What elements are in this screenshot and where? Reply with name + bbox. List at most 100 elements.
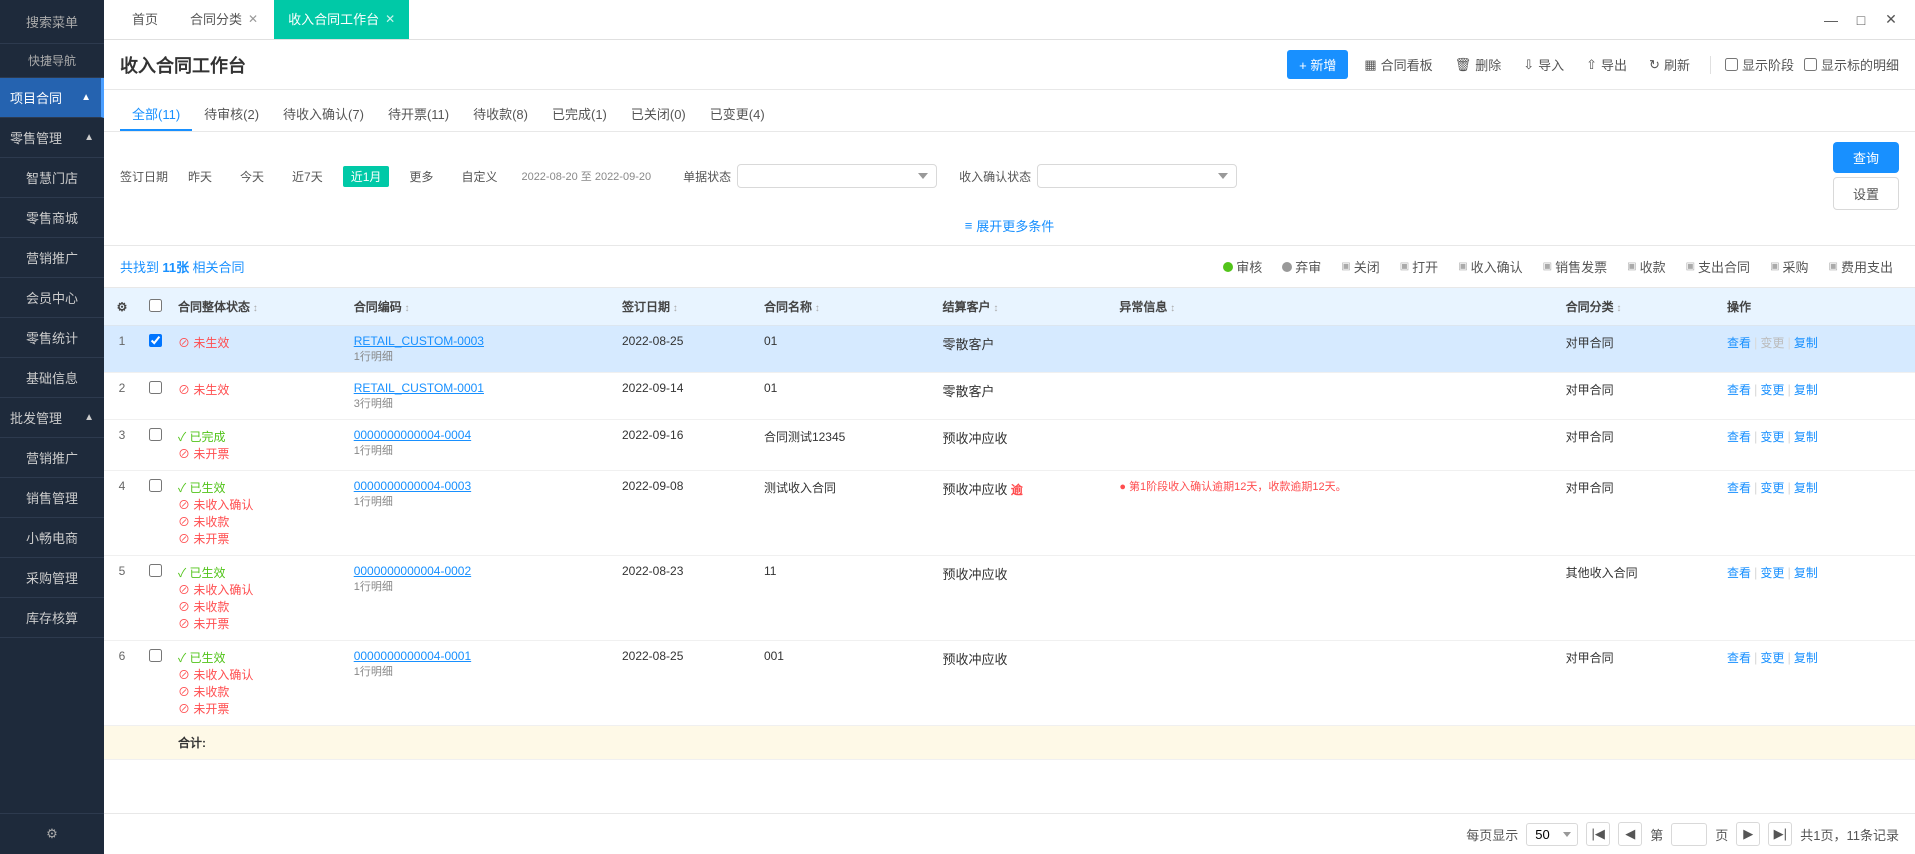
- th-category[interactable]: 合同分类: [1558, 288, 1719, 326]
- row-check[interactable]: [140, 373, 170, 420]
- page-first-btn[interactable]: |◀: [1586, 822, 1610, 846]
- sidebar-item-inventory[interactable]: 库存核算: [0, 598, 104, 638]
- action-abandon[interactable]: 弃审: [1276, 254, 1327, 279]
- action-open[interactable]: ▣打开: [1394, 254, 1444, 279]
- op-查看[interactable]: 查看: [1727, 481, 1751, 495]
- action-review[interactable]: 审核: [1217, 254, 1268, 279]
- sidebar-item-retail-mall[interactable]: 零售商城: [0, 198, 104, 238]
- action-sales-invoice[interactable]: ▣销售发票: [1537, 254, 1613, 279]
- row-checkbox[interactable]: [149, 334, 162, 347]
- op-变更[interactable]: 变更: [1760, 481, 1784, 495]
- refresh-btn[interactable]: ↻ 刷新: [1643, 51, 1696, 78]
- maximize-btn[interactable]: □: [1849, 8, 1873, 32]
- doc-status-select[interactable]: [737, 164, 937, 188]
- row-check[interactable]: [140, 420, 170, 471]
- filter-tab-pending-confirm[interactable]: 待收入确认(7): [271, 98, 376, 131]
- row-check[interactable]: [140, 471, 170, 556]
- sidebar-item-marketing2[interactable]: 营销推广: [0, 438, 104, 478]
- expand-filter-btn[interactable]: ≡ 展开更多条件: [965, 216, 1055, 235]
- page-input[interactable]: 1: [1671, 823, 1707, 846]
- show-segment-input[interactable]: [1725, 58, 1738, 71]
- filter-tab-closed[interactable]: 已关闭(0): [619, 98, 698, 131]
- page-next-btn[interactable]: ▶: [1736, 822, 1760, 846]
- row-checkbox[interactable]: [149, 564, 162, 577]
- date-btn-yesterday[interactable]: 昨天: [180, 166, 220, 187]
- sidebar-item-purchase-mgmt[interactable]: 采购管理: [0, 558, 104, 598]
- tab-close-income-workbench[interactable]: ✕: [385, 12, 395, 26]
- op-复制[interactable]: 复制: [1794, 430, 1818, 444]
- filter-tab-completed[interactable]: 已完成(1): [540, 98, 619, 131]
- th-customer[interactable]: 结算客户: [935, 288, 1112, 326]
- close-btn[interactable]: ✕: [1879, 8, 1903, 32]
- sidebar-search[interactable]: 搜索菜单: [0, 0, 104, 44]
- op-复制[interactable]: 复制: [1794, 566, 1818, 580]
- date-btn-more[interactable]: 更多: [401, 166, 441, 187]
- op-复制[interactable]: 复制: [1794, 336, 1818, 350]
- tab-income-workbench[interactable]: 收入合同工作台✕: [274, 0, 409, 39]
- action-income-confirm[interactable]: ▣收入确认: [1452, 254, 1528, 279]
- op-变更[interactable]: 变更: [1760, 566, 1784, 580]
- page-prev-btn[interactable]: ◀: [1618, 822, 1642, 846]
- date-btn-custom[interactable]: 自定义: [453, 166, 505, 187]
- sidebar-settings[interactable]: ⚙: [0, 813, 104, 854]
- action-expense-out[interactable]: ▣费用支出: [1823, 254, 1899, 279]
- th-check[interactable]: [140, 288, 170, 326]
- filter-tab-pending-review[interactable]: 待审核(2): [192, 98, 271, 131]
- date-btn-1month[interactable]: 近1月: [343, 166, 390, 187]
- filter-tab-pending-invoice[interactable]: 待开票(11): [376, 98, 461, 131]
- show-detail-checkbox[interactable]: 显示标的明细: [1804, 55, 1899, 74]
- op-复制[interactable]: 复制: [1794, 651, 1818, 665]
- sidebar-item-member-center[interactable]: 会员中心: [0, 278, 104, 318]
- sidebar-item-project-contract[interactable]: 项目合同▲: [0, 78, 104, 118]
- action-purchase[interactable]: ▣采购: [1764, 254, 1814, 279]
- set-button[interactable]: 设置: [1833, 177, 1899, 210]
- op-变更[interactable]: 变更: [1760, 430, 1784, 444]
- action-close[interactable]: ▣关闭: [1335, 254, 1385, 279]
- page-last-btn[interactable]: ▶|: [1768, 822, 1792, 846]
- sidebar-item-retail-mgmt[interactable]: 零售管理▲: [0, 118, 104, 158]
- sidebar-item-sales-mgmt[interactable]: 销售管理: [0, 478, 104, 518]
- th-settings[interactable]: ⚙: [104, 288, 140, 326]
- contract-code-link[interactable]: 0000000000004-0002: [354, 564, 471, 578]
- check-all[interactable]: [149, 299, 162, 312]
- row-check[interactable]: [140, 641, 170, 726]
- contract-code-link[interactable]: 0000000000004-0003: [354, 479, 471, 493]
- new-button[interactable]: + 新增: [1287, 50, 1348, 79]
- op-变更[interactable]: 变更: [1760, 383, 1784, 397]
- delete-btn[interactable]: 🗑 删除: [1449, 51, 1508, 78]
- row-checkbox[interactable]: [149, 479, 162, 492]
- show-detail-input[interactable]: [1804, 58, 1817, 71]
- filter-tab-changed[interactable]: 已变更(4): [698, 98, 777, 131]
- op-变更[interactable]: 变更: [1760, 651, 1784, 665]
- action-collect[interactable]: ▣收款: [1621, 254, 1671, 279]
- show-segment-checkbox[interactable]: 显示阶段: [1725, 55, 1794, 74]
- sidebar-item-xiaochang[interactable]: 小畅电商: [0, 518, 104, 558]
- sidebar-item-marketing[interactable]: 营销推广: [0, 238, 104, 278]
- th-contract-code[interactable]: 合同编码: [346, 288, 614, 326]
- tab-home[interactable]: 首页: [116, 0, 174, 39]
- tab-close-contract-category[interactable]: ✕: [248, 12, 258, 26]
- op-查看[interactable]: 查看: [1727, 566, 1751, 580]
- contract-code-link[interactable]: 0000000000004-0004: [354, 428, 471, 442]
- contract-code-link[interactable]: 0000000000004-0001: [354, 649, 471, 663]
- op-复制[interactable]: 复制: [1794, 481, 1818, 495]
- op-查看[interactable]: 查看: [1727, 651, 1751, 665]
- th-abnormal[interactable]: 异常信息: [1111, 288, 1557, 326]
- sidebar-quick-nav[interactable]: 快捷导航: [0, 44, 104, 78]
- row-checkbox[interactable]: [149, 428, 162, 441]
- minimize-btn[interactable]: —: [1819, 8, 1843, 32]
- row-check[interactable]: [140, 556, 170, 641]
- date-btn-7days[interactable]: 近7天: [284, 166, 331, 187]
- op-查看[interactable]: 查看: [1727, 336, 1751, 350]
- op-复制[interactable]: 复制: [1794, 383, 1818, 397]
- sidebar-item-smart-store[interactable]: 智慧门店: [0, 158, 104, 198]
- th-contract-name[interactable]: 合同名称: [756, 288, 935, 326]
- contract-code-link[interactable]: RETAIL_CUSTOM-0003: [354, 334, 484, 348]
- export-btn[interactable]: ⇧ 导出: [1580, 51, 1633, 78]
- th-sign-date[interactable]: 签订日期: [614, 288, 756, 326]
- contract-code-link[interactable]: RETAIL_CUSTOM-0001: [354, 381, 484, 395]
- op-查看[interactable]: 查看: [1727, 383, 1751, 397]
- income-confirm-select[interactable]: [1037, 164, 1237, 188]
- query-button[interactable]: 查询: [1833, 142, 1899, 173]
- date-btn-today[interactable]: 今天: [232, 166, 272, 187]
